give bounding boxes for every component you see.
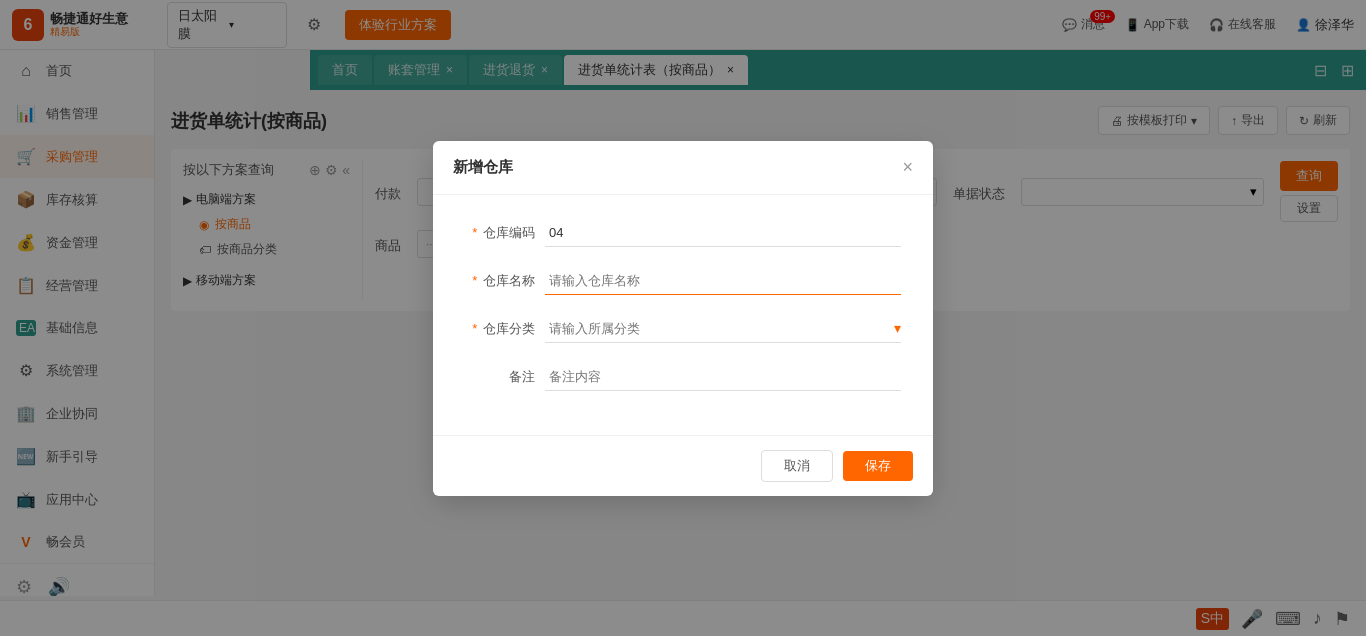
form-row-code: * 仓库编码 [465, 219, 901, 247]
note-label: 备注 [465, 368, 545, 386]
code-label: * 仓库编码 [465, 224, 545, 242]
category-input[interactable] [545, 315, 894, 342]
category-chevron-icon: ▾ [894, 320, 901, 336]
modal-footer: 取消 保存 [433, 435, 933, 496]
name-label: * 仓库名称 [465, 272, 545, 290]
required-star-code: * [472, 225, 477, 240]
name-input[interactable] [545, 267, 901, 295]
modal-body: * 仓库编码 * 仓库名称 * 仓库分类 [433, 195, 933, 435]
new-warehouse-modal: 新增仓库 × * 仓库编码 * 仓库名称 [433, 141, 933, 496]
category-label: * 仓库分类 [465, 320, 545, 338]
note-input[interactable] [545, 363, 901, 391]
category-select[interactable]: ▾ [545, 315, 901, 343]
required-star-name: * [472, 273, 477, 288]
cancel-button[interactable]: 取消 [761, 450, 833, 482]
modal-title: 新增仓库 [453, 158, 513, 177]
required-star-category: * [472, 321, 477, 336]
form-row-note: 备注 [465, 363, 901, 391]
form-row-category: * 仓库分类 ▾ [465, 315, 901, 343]
form-row-name: * 仓库名称 [465, 267, 901, 295]
modal-overlay[interactable]: 新增仓库 × * 仓库编码 * 仓库名称 [0, 0, 1366, 636]
save-button[interactable]: 保存 [843, 451, 913, 481]
code-input[interactable] [545, 219, 901, 247]
modal-header: 新增仓库 × [433, 141, 933, 195]
modal-close-btn[interactable]: × [902, 157, 913, 178]
